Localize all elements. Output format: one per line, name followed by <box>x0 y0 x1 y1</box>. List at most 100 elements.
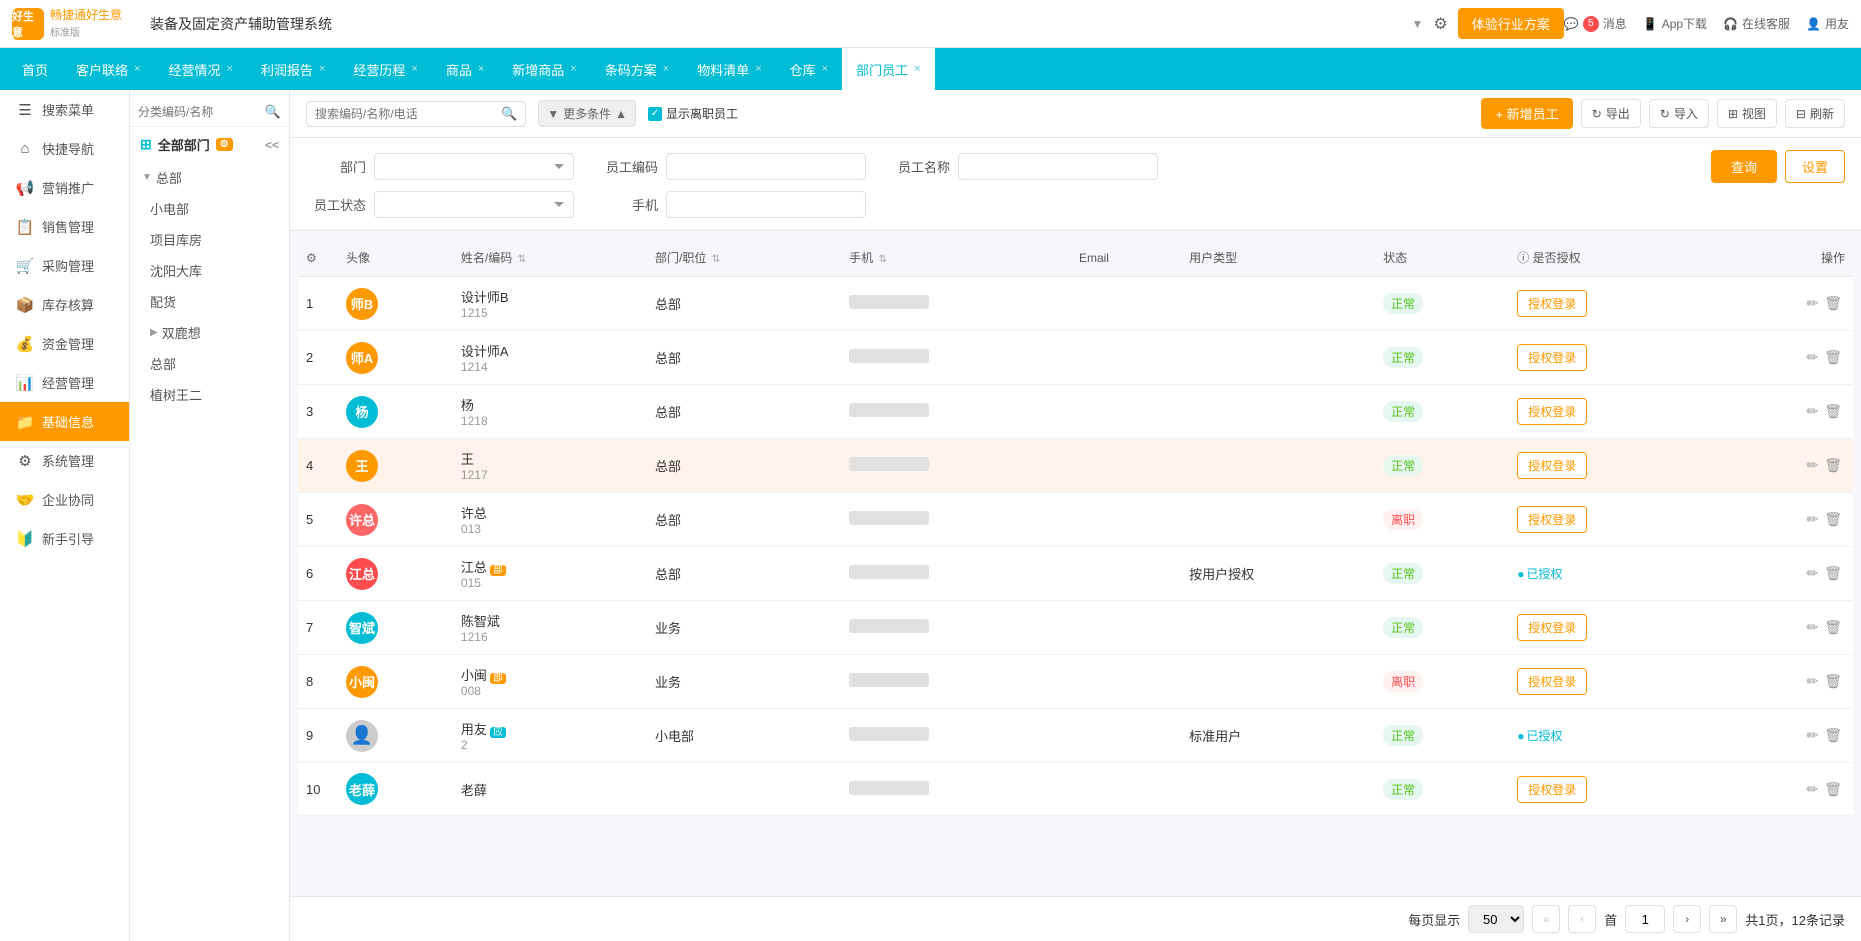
close-icon[interactable]: × <box>570 63 576 75</box>
dept-tree-item-xiangmu[interactable]: 项目库房 <box>130 224 289 255</box>
dept-tree-root[interactable]: ▼ 总部 <box>130 162 289 193</box>
last-page-button[interactable]: » <box>1709 905 1737 933</box>
show-resigned-toggle[interactable]: ✓ 显示离职员工 <box>648 105 738 122</box>
dept-filter-select[interactable] <box>374 153 574 180</box>
sidebar-item-sales[interactable]: 📋 销售管理 <box>0 207 129 246</box>
chevron-down-icon[interactable]: ▼ <box>1412 17 1424 31</box>
dept-tree-item-peihuo[interactable]: 配货 <box>130 286 289 317</box>
nav-tab-add-goods[interactable]: 新增商品 × <box>498 48 590 90</box>
nav-tab-business[interactable]: 经营情况 × <box>154 48 246 90</box>
nav-tab-bom[interactable]: 物料清单 × <box>683 48 775 90</box>
edit-button[interactable]: ✏ <box>1806 727 1818 743</box>
close-icon[interactable]: × <box>411 63 417 75</box>
settings-icon[interactable]: ⚙ <box>306 251 317 265</box>
close-icon[interactable]: × <box>134 63 140 75</box>
views-button[interactable]: ⊞ 视图 <box>1717 99 1777 128</box>
close-icon[interactable]: × <box>822 63 828 75</box>
add-employee-button[interactable]: + 新增员工 <box>1481 98 1572 129</box>
delete-button[interactable]: 🗑 <box>1824 403 1842 419</box>
gear-icon[interactable]: ⚙ <box>1433 14 1447 34</box>
sidebar-item-operation[interactable]: 📊 经营管理 <box>0 363 129 402</box>
search-input[interactable] <box>315 107 495 121</box>
prev-page-button[interactable]: ‹ <box>1568 905 1596 933</box>
auth-login-button[interactable]: 授权登录 <box>1517 344 1587 371</box>
user-menu[interactable]: 👤 用友 <box>1806 15 1849 32</box>
auth-login-button[interactable]: 授权登录 <box>1517 452 1587 479</box>
query-button[interactable]: 查询 <box>1711 150 1777 183</box>
edit-button[interactable]: ✏ <box>1806 457 1818 473</box>
close-icon[interactable]: × <box>478 63 484 75</box>
page-number-input[interactable] <box>1625 905 1665 933</box>
dept-tree-item-zhishu[interactable]: 植树王二 <box>130 379 289 410</box>
edit-button[interactable]: ✏ <box>1806 565 1818 581</box>
edit-button[interactable]: ✏ <box>1806 403 1818 419</box>
dept-tree-item-shenyang[interactable]: 沈阳大库 <box>130 255 289 286</box>
auth-login-button[interactable]: 授权登录 <box>1517 776 1587 803</box>
close-icon[interactable]: × <box>755 63 761 75</box>
delete-button[interactable]: 🗑 <box>1824 295 1842 311</box>
emp-status-filter-select[interactable] <box>374 191 574 218</box>
experience-button[interactable]: 体验行业方案 <box>1458 8 1564 39</box>
dept-all-label[interactable]: 全部部门 <box>158 135 210 154</box>
print-button[interactable]: ⊟ 刷新 <box>1785 99 1845 128</box>
dept-tree-item-shuanglu[interactable]: ▶ 双鹿想 <box>130 317 289 348</box>
edit-button[interactable]: ✏ <box>1806 349 1818 365</box>
export-button[interactable]: ↻ 导出 <box>1581 99 1641 128</box>
sidebar-item-finance[interactable]: 💰 资金管理 <box>0 324 129 363</box>
more-filters-button[interactable]: ▼ 更多条件 ▲ <box>538 100 636 127</box>
edit-button[interactable]: ✏ <box>1806 781 1818 797</box>
close-icon[interactable]: × <box>226 63 232 75</box>
delete-button[interactable]: 🗑 <box>1824 727 1842 743</box>
nav-tab-barcode[interactable]: 条码方案 × <box>591 48 683 90</box>
close-icon[interactable]: × <box>914 63 920 75</box>
sidebar-item-system[interactable]: ⚙ 系统管理 <box>0 441 129 480</box>
delete-button[interactable]: 🗑 <box>1824 619 1842 635</box>
nav-tab-home[interactable]: 首页 <box>8 48 62 90</box>
auth-login-button[interactable]: 授权登录 <box>1517 668 1587 695</box>
delete-button[interactable]: 🗑 <box>1824 781 1842 797</box>
col-phone[interactable]: 手机 ⇅ <box>841 239 1071 277</box>
dept-collapse-button[interactable]: << <box>265 138 279 152</box>
sidebar-item-basic[interactable]: 📁 基础信息 <box>0 402 129 441</box>
sidebar-item-purchase[interactable]: 🛒 采购管理 <box>0 246 129 285</box>
per-page-select[interactable]: 50 100 <box>1468 905 1524 933</box>
nav-tab-profit[interactable]: 利润报告 × <box>247 48 339 90</box>
edit-button[interactable]: ✏ <box>1806 673 1818 689</box>
edit-button[interactable]: ✏ <box>1806 619 1818 635</box>
sidebar-item-guide[interactable]: 🔰 新手引导 <box>0 519 129 558</box>
close-icon[interactable]: × <box>663 63 669 75</box>
sidebar-item-cooperation[interactable]: 🤝 企业协同 <box>0 480 129 519</box>
edit-button[interactable]: ✏ <box>1806 295 1818 311</box>
nav-tab-history[interactable]: 经营历程 × <box>339 48 431 90</box>
online-service-button[interactable]: 🎧 在线客服 <box>1723 15 1790 32</box>
phone-filter-input[interactable] <box>666 191 866 218</box>
auth-login-button[interactable]: 授权登录 <box>1517 398 1587 425</box>
next-page-button[interactable]: › <box>1673 905 1701 933</box>
first-page-button[interactable]: « <box>1532 905 1560 933</box>
delete-button[interactable]: 🗑 <box>1824 457 1842 473</box>
col-name[interactable]: 姓名/编码 ⇅ <box>453 239 647 277</box>
emp-code-filter-input[interactable] <box>666 153 866 180</box>
auth-login-button[interactable]: 授权登录 <box>1517 506 1587 533</box>
edit-button[interactable]: ✏ <box>1806 511 1818 527</box>
auth-login-button[interactable]: 授权登录 <box>1517 614 1587 641</box>
nav-tab-goods[interactable]: 商品 × <box>432 48 498 90</box>
setting-button[interactable]: 设置 <box>1785 150 1845 183</box>
close-icon[interactable]: × <box>319 63 325 75</box>
dept-tree-item-xiaodian[interactable]: 小电部 <box>130 193 289 224</box>
delete-button[interactable]: 🗑 <box>1824 565 1842 581</box>
dept-tree-item-zongbu[interactable]: 总部 <box>130 348 289 379</box>
nav-tab-warehouse[interactable]: 仓库 × <box>776 48 842 90</box>
sidebar-item-search[interactable]: ☰ 搜索菜单 <box>0 90 129 129</box>
message-button[interactable]: 💬 5 消息 <box>1564 15 1627 32</box>
delete-button[interactable]: 🗑 <box>1824 349 1842 365</box>
col-dept[interactable]: 部门/职位 ⇅ <box>647 239 841 277</box>
nav-tab-customer[interactable]: 客户联络 × <box>62 48 154 90</box>
import-button[interactable]: ↻ 导入 <box>1649 99 1709 128</box>
delete-button[interactable]: 🗑 <box>1824 511 1842 527</box>
app-download-button[interactable]: 📱 App下载 <box>1643 15 1707 32</box>
col-settings[interactable]: ⚙ <box>298 239 338 277</box>
auth-login-button[interactable]: 授权登录 <box>1517 290 1587 317</box>
dept-search-input[interactable] <box>138 105 265 119</box>
sidebar-item-inventory[interactable]: 📦 库存核算 <box>0 285 129 324</box>
